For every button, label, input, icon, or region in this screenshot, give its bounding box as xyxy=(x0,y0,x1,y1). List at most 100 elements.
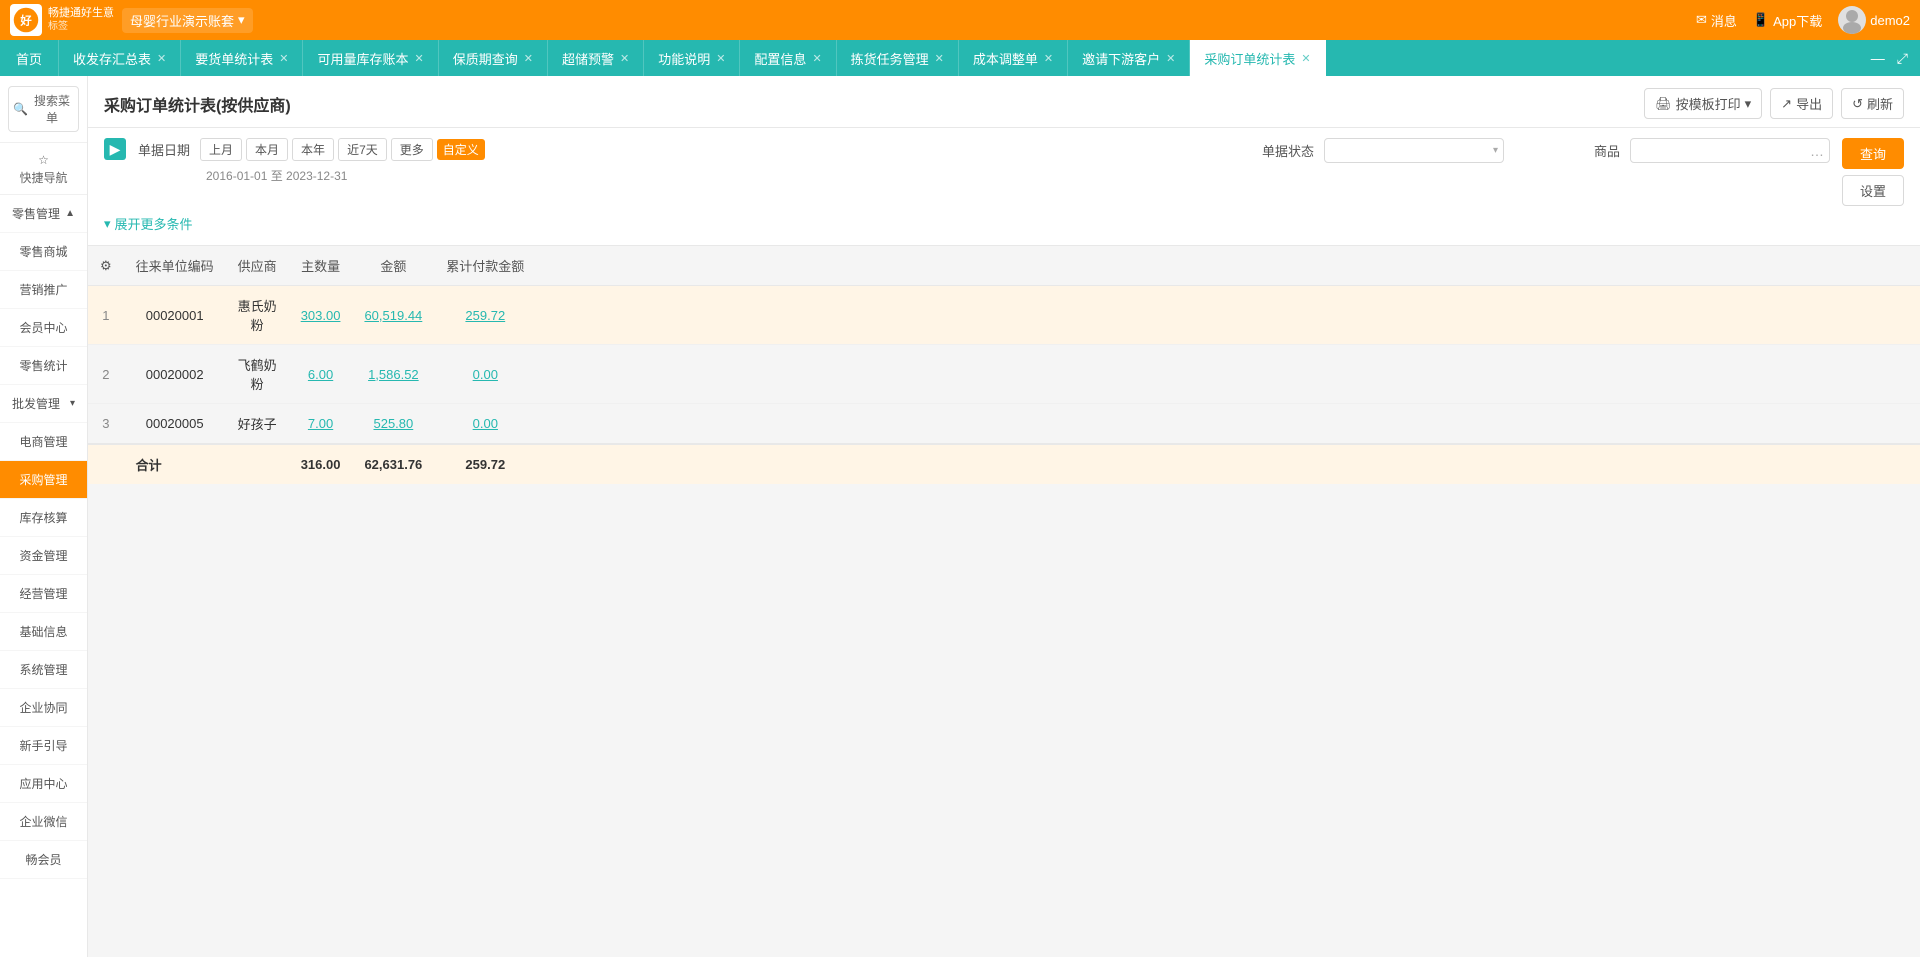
row-qty[interactable]: 303.00 xyxy=(289,286,353,345)
close-icon[interactable]: ✕ xyxy=(524,52,533,65)
footer-row: 合计 316.00 62,631.76 259.72 xyxy=(88,444,1920,484)
row-qty[interactable]: 6.00 xyxy=(289,345,353,404)
sidebar-item-system-mgmt[interactable]: 系统管理 xyxy=(0,651,87,689)
minimize-icon[interactable]: — xyxy=(1867,46,1889,70)
sidebar-item-wholesale-mgmt[interactable]: 批发管理 ▾ xyxy=(0,385,87,423)
settings-btn[interactable]: 设置 xyxy=(1842,175,1904,206)
sidebar-item-retail-shop[interactable]: 零售商城 xyxy=(0,233,87,271)
shortcut-this-month[interactable]: 本月 xyxy=(246,138,288,161)
tab-function-desc[interactable]: 功能说明 ✕ xyxy=(644,40,740,76)
tab-warranty[interactable]: 保质期查询 ✕ xyxy=(439,40,548,76)
goods-filter-label: 商品 xyxy=(1594,141,1620,160)
table-header: ⚙ 往来单位编码 供应商 主数量 金额 累计付款金额 xyxy=(88,246,1920,286)
sidebar-item-inventory-check[interactable]: 库存核算 xyxy=(0,499,87,537)
shortcut-7days[interactable]: 近7天 xyxy=(338,138,387,161)
quick-nav-btn[interactable]: ☆ 快捷导航 xyxy=(0,143,87,195)
footer-qty: 316.00 xyxy=(289,444,353,484)
status-select[interactable] xyxy=(1324,138,1504,163)
export-btn[interactable]: ↗ 导出 xyxy=(1770,88,1833,119)
sidebar-item-enterprise-collab[interactable]: 企业协同 xyxy=(0,689,87,727)
footer-empty xyxy=(88,444,124,484)
sidebar-item-app-center[interactable]: 应用中心 xyxy=(0,765,87,803)
close-icon[interactable]: ✕ xyxy=(1044,52,1053,65)
sidebar-item-basic-info[interactable]: 基础信息 xyxy=(0,613,87,651)
table-body: 1 00020001 惠氏奶粉 303.00 60,519.44 259.72 … xyxy=(88,286,1920,445)
col-qty: 主数量 xyxy=(289,246,353,286)
row-code: 00020005 xyxy=(124,404,226,445)
tab-overstock[interactable]: 超储预警 ✕ xyxy=(548,40,644,76)
tab-order-stats[interactable]: 要货单统计表 ✕ xyxy=(181,40,303,76)
tab-purchase-stats[interactable]: 采购订单统计表 ✕ xyxy=(1190,40,1325,76)
sidebar-search: 🔍 搜索菜单 xyxy=(0,76,87,143)
close-icon[interactable]: ✕ xyxy=(157,52,166,65)
row-supplier: 好孩子 xyxy=(226,404,289,445)
expand-filter-btn[interactable]: ▶ xyxy=(104,138,126,160)
tab-config-info[interactable]: 配置信息 ✕ xyxy=(740,40,836,76)
shortcut-this-year[interactable]: 本年 xyxy=(292,138,334,161)
query-btn[interactable]: 查询 xyxy=(1842,138,1904,169)
table-row[interactable]: 1 00020001 惠氏奶粉 303.00 60,519.44 259.72 xyxy=(88,286,1920,345)
sidebar-item-ecommerce-mgmt[interactable]: 电商管理 xyxy=(0,423,87,461)
print-btn[interactable]: 🖨 按模板打印 ▾ xyxy=(1644,88,1762,119)
row-paid[interactable]: 0.00 xyxy=(434,404,536,445)
table-row[interactable]: 3 00020005 好孩子 7.00 525.80 0.00 xyxy=(88,404,1920,445)
row-code: 00020002 xyxy=(124,345,226,404)
row-paid[interactable]: 259.72 xyxy=(434,286,536,345)
ellipsis-icon[interactable]: … xyxy=(1810,143,1824,159)
sidebar-item-retail-mgmt[interactable]: 零售管理 ▲ xyxy=(0,195,87,233)
workspace-selector[interactable]: 母婴行业演示账套 ▾ xyxy=(122,8,253,33)
refresh-btn[interactable]: ↺ 刷新 xyxy=(1841,88,1904,119)
status-filter-label: 单据状态 xyxy=(1262,141,1314,160)
close-icon[interactable]: ✕ xyxy=(415,52,424,65)
sidebar-item-purchase-mgmt[interactable]: 采购管理 xyxy=(0,461,87,499)
search-menu-btn[interactable]: 🔍 搜索菜单 xyxy=(8,86,79,132)
user-avatar[interactable]: demo2 xyxy=(1838,6,1910,34)
sidebar-item-marketing[interactable]: 营销推广 xyxy=(0,271,87,309)
tab-invite-downstream[interactable]: 邀请下游客户 ✕ xyxy=(1068,40,1190,76)
row-amount[interactable]: 60,519.44 xyxy=(352,286,434,345)
close-icon[interactable]: ✕ xyxy=(812,52,821,65)
row-code: 00020001 xyxy=(124,286,226,345)
tab-cost-adjust[interactable]: 成本调整单 ✕ xyxy=(959,40,1068,76)
sidebar-item-retail-stats[interactable]: 零售统计 xyxy=(0,347,87,385)
col-amount: 金额 xyxy=(352,246,434,286)
close-icon[interactable]: ✕ xyxy=(1301,52,1310,65)
custom-date-badge[interactable]: 自定义 xyxy=(437,139,485,160)
status-select-wrapper: ▾ xyxy=(1324,138,1504,163)
shortcut-more[interactable]: 更多 xyxy=(391,138,433,161)
close-icon[interactable]: ✕ xyxy=(716,52,725,65)
row-amount[interactable]: 525.80 xyxy=(352,404,434,445)
date-filter-label: 单据日期 xyxy=(138,140,190,159)
settings-icon[interactable]: ⚙ xyxy=(100,258,112,273)
chevron-down-icon: ▾ xyxy=(1745,96,1752,112)
sidebar-item-vip-member[interactable]: 畅会员 xyxy=(0,841,87,879)
table-row[interactable]: 2 00020002 飞鹤奶粉 6.00 1,586.52 0.00 xyxy=(88,345,1920,404)
content-area: 采购订单统计表(按供应商) 🖨 按模板打印 ▾ ↗ 导出 ↺ 刷新 xyxy=(88,76,1920,957)
tab-receive-send[interactable]: 收发存汇总表 ✕ xyxy=(59,40,181,76)
app-download-btn[interactable]: 📱 App下载 xyxy=(1753,11,1822,30)
sidebar-item-enterprise-wechat[interactable]: 企业微信 xyxy=(0,803,87,841)
sidebar-item-operation-mgmt[interactable]: 经营管理 xyxy=(0,575,87,613)
tab-pick-task[interactable]: 拣货任务管理 ✕ xyxy=(837,40,959,76)
sidebar-item-new-guide[interactable]: 新手引导 xyxy=(0,727,87,765)
expand-more-conditions[interactable]: ▾ 展开更多条件 xyxy=(104,214,1904,233)
shortcut-last-month[interactable]: 上月 xyxy=(200,138,242,161)
sidebar-item-capital-mgmt[interactable]: 资金管理 xyxy=(0,537,87,575)
row-paid[interactable]: 0.00 xyxy=(434,345,536,404)
message-btn[interactable]: ✉ 消息 xyxy=(1696,11,1737,30)
chevron-icon: ▲ xyxy=(65,208,75,219)
tab-available-stock[interactable]: 可用量库存账本 ✕ xyxy=(303,40,438,76)
close-icon[interactable]: ✕ xyxy=(935,52,944,65)
row-amount[interactable]: 1,586.52 xyxy=(352,345,434,404)
tab-home[interactable]: 首页 xyxy=(0,40,59,76)
message-icon: ✉ xyxy=(1696,12,1707,28)
row-extra xyxy=(536,345,1920,404)
sidebar-item-member-center[interactable]: 会员中心 xyxy=(0,309,87,347)
col-settings: ⚙ xyxy=(88,246,124,286)
close-icon[interactable]: ✕ xyxy=(1166,52,1175,65)
close-icon[interactable]: ✕ xyxy=(279,52,288,65)
row-qty[interactable]: 7.00 xyxy=(289,404,353,445)
close-icon[interactable]: ✕ xyxy=(620,52,629,65)
maximize-icon[interactable]: ⤢ xyxy=(1893,46,1912,71)
goods-input[interactable] xyxy=(1630,138,1830,163)
